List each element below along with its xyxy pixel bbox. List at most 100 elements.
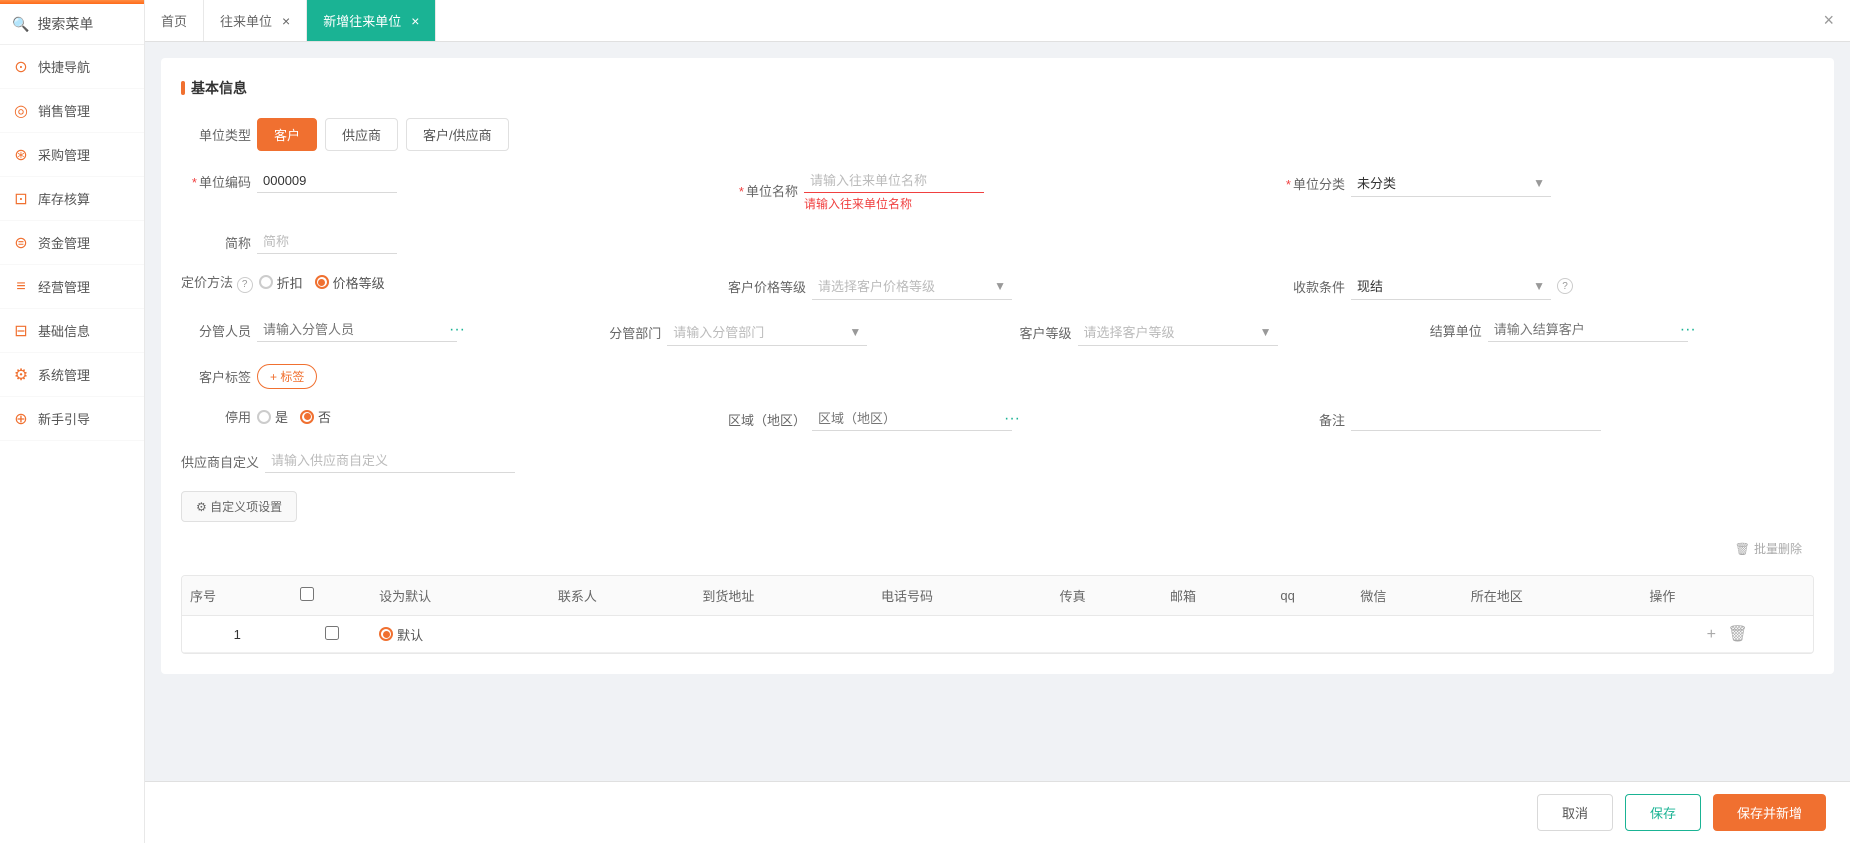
sidebar: 🔍 搜索菜单 ⊙ 快捷导航 ◎ 销售管理 ⊛ 采购管理 ⊡ 库存核算 ⊜ 资金管… xyxy=(0,0,145,843)
col-action: 操作 xyxy=(1641,576,1813,616)
row-default-cell: 默认 xyxy=(371,616,550,653)
pricing-radio-group: 折扣 价格等级 xyxy=(259,273,385,292)
tab-home[interactable]: 首页 xyxy=(145,0,204,41)
settlement-unit-more-btn[interactable]: ··· xyxy=(1676,321,1700,339)
custom-setting-button[interactable]: ⚙ 自定义项设置 xyxy=(181,491,297,522)
settlement-unit-input[interactable] xyxy=(1488,318,1676,341)
batch-delete-btn[interactable]: 🗑 批量删除 xyxy=(1735,540,1802,557)
finance-icon: ⊜ xyxy=(12,234,30,252)
table-header-row: 序号 设为默认 联系人 到货地址 电话号码 传真 邮箱 qq 微信 xyxy=(182,576,1813,616)
tab-contacts-close[interactable]: × xyxy=(282,14,290,28)
region-more-btn[interactable]: ··· xyxy=(1000,410,1024,428)
save-button[interactable]: 保存 xyxy=(1625,794,1701,831)
unit-type-customer-btn[interactable]: 客户 xyxy=(257,118,317,151)
sidebar-item-label: 库存核算 xyxy=(38,189,90,208)
unit-code-input[interactable] xyxy=(257,169,397,193)
add-tag-button[interactable]: + 标签 xyxy=(257,364,317,389)
customer-level-select[interactable]: 请选择客户等级 ▼ xyxy=(1078,318,1278,346)
row-delete-btn[interactable]: 🗑 xyxy=(1724,624,1752,644)
manager-field: 分管人员 ··· xyxy=(181,318,583,342)
manager-more-btn[interactable]: ··· xyxy=(445,321,469,339)
settlement-unit-label: 结算单位 xyxy=(1412,321,1482,340)
disabled-radio-group: 是 否 xyxy=(257,407,331,426)
sidebar-item-label: 系统管理 xyxy=(38,365,90,384)
content-area: 基本信息 单位类型 客户 供应商 客户/供应商 *单位编码 xyxy=(145,42,1850,781)
tab-new-contact-close[interactable]: × xyxy=(411,14,419,28)
sidebar-item-newbie[interactable]: ⊕ 新手引导 xyxy=(0,397,144,441)
sidebar-item-sales[interactable]: ◎ 销售管理 xyxy=(0,89,144,133)
unit-type-both-btn[interactable]: 客户/供应商 xyxy=(406,118,509,151)
tab-bar: 首页 往来单位 × 新增往来单位 × × xyxy=(145,0,1850,42)
disabled-field: 停用 是 否 xyxy=(181,407,720,426)
save-new-button[interactable]: 保存并新增 xyxy=(1713,794,1826,831)
supplier-custom-field: 供应商自定义 xyxy=(181,449,1814,473)
disabled-yes-option[interactable]: 是 xyxy=(257,407,288,426)
short-name-field: 简称 xyxy=(181,230,1814,254)
customer-tag-field: 客户标签 + 标签 xyxy=(181,364,1814,389)
sidebar-search[interactable]: 🔍 搜索菜单 xyxy=(0,4,144,45)
unit-name-label: *单位名称 xyxy=(728,181,798,200)
customer-level-label: 客户等级 xyxy=(1002,323,1072,342)
system-icon: ⚙ xyxy=(12,366,30,384)
section-title-text: 基本信息 xyxy=(191,78,247,98)
department-chevron: ▼ xyxy=(849,325,861,339)
row-default-radio xyxy=(379,627,393,641)
cancel-button[interactable]: 取消 xyxy=(1537,794,1613,831)
department-select[interactable]: 请输入分管部门 ▼ xyxy=(667,318,867,346)
footer-bar: 取消 保存 保存并新增 xyxy=(145,781,1850,843)
sidebar-item-label: 采购管理 xyxy=(38,145,90,164)
tab-new-contact[interactable]: 新增往来单位 × xyxy=(307,0,436,41)
sales-icon: ◎ xyxy=(12,102,30,120)
payment-help-icon[interactable]: ? xyxy=(1557,278,1573,294)
pricing-discount-option[interactable]: 折扣 xyxy=(259,273,303,292)
select-all-checkbox[interactable] xyxy=(300,587,314,601)
base-icon: ⊟ xyxy=(12,322,30,340)
row-add-btn[interactable]: + xyxy=(1703,626,1720,644)
payment-terms-select[interactable]: 现结 ▼ xyxy=(1351,272,1551,300)
sidebar-item-system[interactable]: ⚙ 系统管理 xyxy=(0,353,144,397)
sidebar-item-label: 销售管理 xyxy=(38,101,90,120)
pricing-level-option[interactable]: 价格等级 xyxy=(315,273,385,292)
tab-contacts-label: 往来单位 xyxy=(220,11,272,30)
remarks-input[interactable] xyxy=(1351,407,1601,431)
unit-name-input[interactable] xyxy=(804,169,984,193)
disabled-label: 停用 xyxy=(181,407,251,426)
tab-contacts[interactable]: 往来单位 × xyxy=(204,0,307,41)
row-checkbox[interactable] xyxy=(325,626,339,640)
row-qq xyxy=(1272,616,1352,653)
customer-level-placeholder: 请选择客户等级 xyxy=(1084,322,1256,341)
batch-delete-label: 批量删除 xyxy=(1754,540,1802,557)
main-area: 首页 往来单位 × 新增往来单位 × × 基本信息 单位类型 客户 xyxy=(145,0,1850,843)
customer-price-level-select[interactable]: 请选择客户价格等级 ▼ xyxy=(812,272,1012,300)
short-name-input[interactable] xyxy=(257,230,397,254)
row-default-dot xyxy=(383,631,390,638)
sidebar-item-label: 基础信息 xyxy=(38,321,90,340)
row-contact xyxy=(550,616,695,653)
batch-delete-icon: 🗑 xyxy=(1735,542,1750,556)
unit-type-row: 单位类型 客户 供应商 客户/供应商 xyxy=(181,118,1814,151)
sidebar-item-operations[interactable]: ≡ 经营管理 xyxy=(0,265,144,309)
manager-label: 分管人员 xyxy=(181,321,251,340)
unit-name-error: 请输入往来单位名称 xyxy=(804,195,984,212)
row-default-radio-item[interactable]: 默认 xyxy=(379,625,542,644)
sidebar-item-purchase[interactable]: ⊛ 采购管理 xyxy=(0,133,144,177)
unit-category-select[interactable]: 未分类 ▼ xyxy=(1351,169,1551,197)
unit-type-supplier-btn[interactable]: 供应商 xyxy=(325,118,398,151)
region-input-wrapper: ··· xyxy=(812,407,1012,431)
sidebar-item-inventory[interactable]: ⊡ 库存核算 xyxy=(0,177,144,221)
pricing-help-icon[interactable]: ? xyxy=(237,277,253,293)
newbie-icon: ⊕ xyxy=(12,410,30,428)
supplier-custom-input[interactable] xyxy=(265,449,515,473)
sidebar-item-finance[interactable]: ⊜ 资金管理 xyxy=(0,221,144,265)
sidebar-item-quick-nav[interactable]: ⊙ 快捷导航 xyxy=(0,45,144,89)
sidebar-item-label: 资金管理 xyxy=(38,233,90,252)
disabled-no-option[interactable]: 否 xyxy=(300,407,331,426)
manager-input[interactable] xyxy=(257,318,445,341)
short-name-row: 简称 xyxy=(181,230,1814,254)
disabled-no-dot xyxy=(304,413,311,420)
form-card: 基本信息 单位类型 客户 供应商 客户/供应商 *单位编码 xyxy=(161,58,1834,674)
region-input[interactable] xyxy=(812,407,1000,430)
window-close-button[interactable]: × xyxy=(1807,0,1850,41)
sidebar-item-label: 快捷导航 xyxy=(38,57,90,76)
sidebar-item-base[interactable]: ⊟ 基础信息 xyxy=(0,309,144,353)
